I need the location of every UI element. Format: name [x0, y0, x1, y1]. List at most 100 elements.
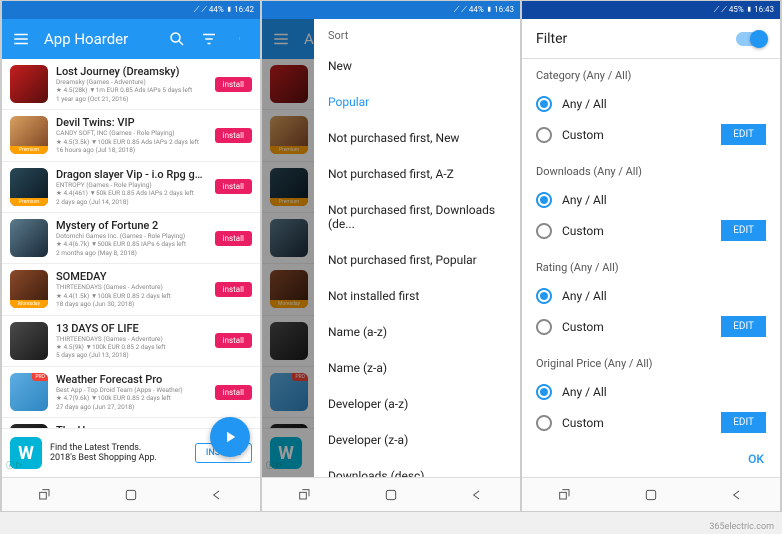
app-row[interactable]: MoresdaySOMEDAYTHIRTEENDAYS (Games - Adv… — [2, 264, 260, 315]
radio-icon[interactable] — [536, 192, 552, 208]
filter-option-label: Any / All — [562, 289, 766, 303]
search-icon[interactable] — [168, 30, 186, 48]
filter-option-label: Custom — [562, 416, 711, 430]
radio-icon[interactable] — [536, 384, 552, 400]
install-button[interactable]: install — [215, 179, 252, 194]
install-button[interactable]: install — [215, 333, 252, 348]
filter-option-custom[interactable]: Custom EDIT — [536, 406, 766, 438]
more-icon[interactable] — [232, 30, 250, 48]
ad-text: Find the Latest Trends.2018's Best Shopp… — [50, 443, 187, 463]
nav-back-icon[interactable] — [469, 487, 485, 503]
app-row[interactable]: PremiumDevil Twins: VIPCANDY SOFT, INC (… — [2, 110, 260, 161]
panel-sort: ⟋ ⟋ 44% ▮ 16:43 Ap Lost Journey (Dreamsk… — [262, 1, 520, 511]
install-button[interactable]: install — [215, 385, 252, 400]
filter-section-heading: Rating (Any / All) — [536, 261, 766, 274]
app-thumbnail — [10, 322, 48, 360]
edit-button[interactable]: EDIT — [721, 124, 766, 145]
panel-app-list: ⟋ ⟋ 44% ▮ 16:42 App Hoarder Lost Journey… — [2, 1, 260, 511]
nav-home-icon[interactable] — [123, 487, 139, 503]
app-row[interactable]: PRO Weather Forecast ProBest App - Top Dr… — [2, 367, 260, 418]
install-button[interactable]: install — [215, 128, 252, 143]
app-subtitle: Best App - Top Droid Team (Apps - Weathe… — [56, 386, 207, 394]
menu-icon[interactable] — [12, 30, 30, 48]
app-row[interactable]: Mystery of Fortune 2Dotomchi Games Inc. … — [2, 213, 260, 264]
radio-icon[interactable] — [536, 96, 552, 112]
nav-home-icon[interactable] — [643, 487, 659, 503]
app-title: Devil Twins: VIP — [56, 116, 207, 129]
filter-option-any[interactable]: Any / All — [536, 378, 766, 406]
radio-icon[interactable] — [536, 223, 552, 239]
filter-option-label: Custom — [562, 224, 711, 238]
filter-section: Original Price (Any / All)Any / AllCusto… — [522, 347, 780, 438]
filter-section-heading: Original Price (Any / All) — [536, 357, 766, 370]
app-meta: Weather Forecast ProBest App - Top Droid… — [56, 373, 207, 411]
radio-icon[interactable] — [536, 127, 552, 143]
app-date: 2 days ago (Jul 14, 2018) — [56, 198, 207, 206]
sort-option[interactable]: Not purchased first, A-Z — [314, 156, 520, 192]
nav-home-icon[interactable] — [383, 487, 399, 503]
install-button[interactable]: install — [215, 77, 252, 92]
app-list[interactable]: Lost Journey (Dreamsky)Dreamsky (Games -… — [2, 59, 260, 428]
sort-option[interactable]: Name (z-a) — [314, 350, 520, 386]
install-button[interactable]: install — [215, 231, 252, 246]
sort-option[interactable]: Popular — [314, 84, 520, 120]
app-subtitle: THIRTEENDAYS (Games - Adventure) — [56, 283, 207, 291]
filter-switch[interactable] — [736, 32, 766, 46]
install-button[interactable]: install — [215, 282, 252, 297]
radio-icon[interactable] — [536, 319, 552, 335]
sort-option[interactable]: Name (a-z) — [314, 314, 520, 350]
sort-option[interactable]: Downloads (desc) — [314, 458, 520, 477]
radio-icon[interactable] — [536, 288, 552, 304]
panel-filter: ⟋ ⟋ 45% ▮ 16:43 Filter Category (Any / A… — [522, 1, 780, 511]
app-row[interactable]: Premium Dragon slayer Vip - i.o Rpg gameE… — [2, 162, 260, 213]
filter-option-any[interactable]: Any / All — [536, 90, 766, 118]
sort-sheet: Sort NewPopularNot purchased first, NewN… — [314, 19, 520, 477]
fab-play[interactable] — [210, 417, 250, 457]
app-stats: ★ 4.4(6.7k) ▼500k EUR 0.85 IAPs 6 days l… — [56, 240, 207, 248]
ad-choices[interactable]: ⓘ▷ — [6, 460, 22, 471]
app-row[interactable]: 13 DAYS OF LIFETHIRTEENDAYS (Games - Adv… — [2, 316, 260, 367]
sort-option[interactable]: Developer (a-z) — [314, 386, 520, 422]
sort-option[interactable]: Not purchased first, Popular — [314, 242, 520, 278]
filter-option-custom[interactable]: Custom EDIT — [536, 214, 766, 247]
edit-button[interactable]: EDIT — [721, 316, 766, 337]
watermark: 365electric.com — [709, 522, 774, 532]
app-thumbnail: PRO — [10, 373, 48, 411]
sort-option[interactable]: Not installed first — [314, 278, 520, 314]
app-title: 13 DAYS OF LIFE — [56, 322, 207, 335]
nav-back-icon[interactable] — [209, 487, 225, 503]
app-thumbnail — [10, 424, 48, 428]
app-subtitle: CANDY SOFT, INC (Games - Role Playing) — [56, 129, 207, 137]
app-date: 5 days ago (Jul 13, 2018) — [56, 351, 207, 359]
premium-badge: Premium — [10, 198, 48, 206]
app-row[interactable]: Lost Journey (Dreamsky)Dreamsky (Games -… — [2, 59, 260, 110]
nav-back-icon[interactable] — [729, 487, 745, 503]
sort-option[interactable]: New — [314, 48, 520, 84]
app-date: 2 months ago (May 8, 2018) — [56, 249, 207, 257]
edit-button[interactable]: EDIT — [721, 220, 766, 241]
filter-option-any[interactable]: Any / All — [536, 186, 766, 214]
app-subtitle: THIRTEENDAYS (Games - Adventure) — [56, 335, 207, 343]
app-title: Mystery of Fortune 2 — [56, 219, 207, 232]
app-stats: ★ 4.5(28k) ▼1m EUR 0.85 Ads IAPs 5 days … — [56, 86, 207, 94]
radio-icon[interactable] — [536, 415, 552, 431]
pro-badge: PRO — [32, 373, 48, 381]
app-meta: Dragon slayer Vip - i.o Rpg gameENTROPY … — [56, 168, 207, 206]
sort-option[interactable]: Not purchased first, New — [314, 120, 520, 156]
edit-button[interactable]: EDIT — [721, 412, 766, 433]
app-meta: Mystery of Fortune 2Dotomchi Games Inc. … — [56, 219, 207, 257]
filter-option-custom[interactable]: CustomEDIT — [536, 310, 766, 343]
filter-option-any[interactable]: Any / All — [536, 282, 766, 310]
nav-recent-icon[interactable] — [37, 487, 53, 503]
sort-option[interactable]: Not purchased first, Downloads (de... — [314, 192, 520, 242]
nav-recent-icon[interactable] — [557, 487, 573, 503]
nav-recent-icon[interactable] — [297, 487, 313, 503]
filter-body[interactable]: Category (Any / All)Any / AllCustomEDITD… — [522, 59, 780, 438]
filter-option-custom[interactable]: CustomEDIT — [536, 118, 766, 151]
ok-button[interactable]: OK — [748, 452, 764, 466]
nav-bar — [2, 477, 260, 511]
app-subtitle: Dotomchi Games Inc. (Games - Role Playin… — [56, 232, 207, 240]
filter-icon[interactable] — [200, 30, 218, 48]
app-subtitle: Dreamsky (Games - Adventure) — [56, 78, 207, 86]
sort-option[interactable]: Developer (z-a) — [314, 422, 520, 458]
